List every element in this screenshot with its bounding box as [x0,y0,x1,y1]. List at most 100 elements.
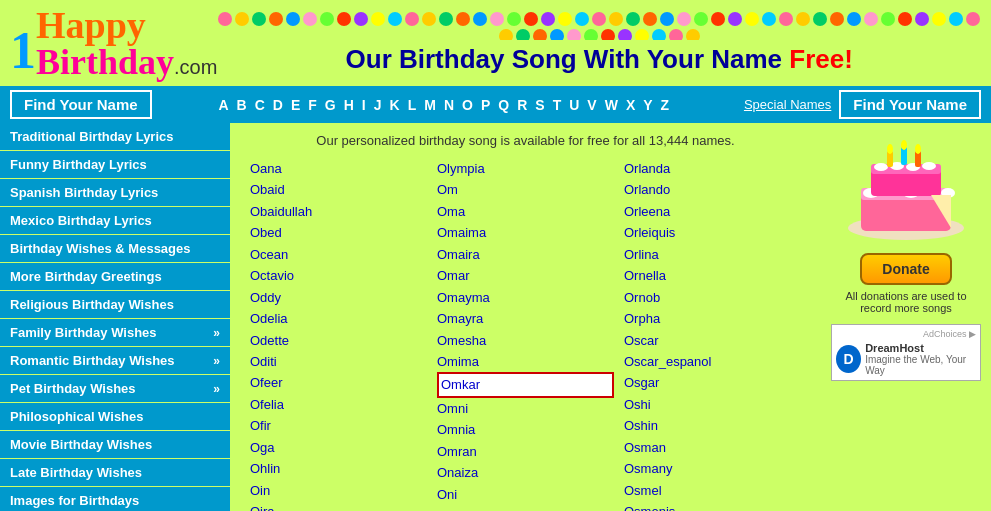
special-names-link[interactable]: Special Names [744,97,831,112]
alpha-link-O[interactable]: O [459,97,476,113]
alpha-link-A[interactable]: A [215,97,231,113]
alpha-link-F[interactable]: F [305,97,320,113]
name-link[interactable]: Omaira [437,244,614,265]
sidebar-item-4[interactable]: Birthday Wishes & Messages [0,235,230,262]
name-link[interactable]: Olympia [437,158,614,179]
name-link[interactable]: Omran [437,441,614,462]
name-link[interactable]: Oshi [624,394,801,415]
logo-one: 1 [10,21,36,80]
alpha-link-R[interactable]: R [514,97,530,113]
name-link[interactable]: Omkar [437,372,614,397]
sidebar-item-13[interactable]: Images for Birthdays [0,487,230,511]
name-link[interactable]: Osmany [624,458,801,479]
name-link[interactable]: Ornella [624,265,801,286]
name-link[interactable]: Orlanda [624,158,801,179]
name-link[interactable]: Orlando [624,179,801,200]
name-link[interactable]: Omayra [437,308,614,329]
name-link[interactable]: Oma [437,201,614,222]
name-link[interactable]: Oditi [250,351,427,372]
alpha-link-M[interactable]: M [421,97,439,113]
alpha-link-G[interactable]: G [322,97,339,113]
name-link[interactable]: Orlina [624,244,801,265]
name-link[interactable]: Om [437,179,614,200]
sidebar-item-2[interactable]: Spanish Birthday Lyrics [0,179,230,206]
name-link[interactable]: Onkar [437,505,614,511]
alpha-link-C[interactable]: C [252,97,268,113]
alpha-link-X[interactable]: X [623,97,638,113]
name-link[interactable]: Omnia [437,419,614,440]
name-link[interactable]: Obed [250,222,427,243]
alpha-link-K[interactable]: K [387,97,403,113]
name-link[interactable]: Oga [250,437,427,458]
donate-button[interactable]: Donate [860,253,951,285]
sidebar-item-label: Family Birthday Wishes [10,325,157,340]
name-link[interactable]: Osmel [624,480,801,501]
name-link[interactable]: Ofelia [250,394,427,415]
name-link[interactable]: Ofir [250,415,427,436]
name-link[interactable]: Omima [437,351,614,372]
name-link[interactable]: Odette [250,330,427,351]
name-link[interactable]: Oscar_espanol [624,351,801,372]
name-link[interactable]: Orpha [624,308,801,329]
find-name-left-button[interactable]: Find Your Name [10,90,152,119]
sidebar-item-6[interactable]: Religious Birthday Wishes [0,291,230,318]
name-link[interactable]: Omaima [437,222,614,243]
name-link[interactable]: Oddy [250,287,427,308]
alpha-link-V[interactable]: V [584,97,599,113]
alpha-link-W[interactable]: W [602,97,621,113]
name-link[interactable]: Oana [250,158,427,179]
alpha-link-L[interactable]: L [405,97,420,113]
alpha-link-Q[interactable]: Q [495,97,512,113]
alpha-link-D[interactable]: D [270,97,286,113]
name-link[interactable]: Ocean [250,244,427,265]
name-link[interactable]: Octavio [250,265,427,286]
alpha-link-U[interactable]: U [566,97,582,113]
alpha-link-H[interactable]: H [341,97,357,113]
name-link[interactable]: Orleiquis [624,222,801,243]
sidebar-item-8[interactable]: Romantic Birthday Wishes» [0,347,230,374]
sidebar-item-0[interactable]: Traditional Birthday Lyrics [0,123,230,150]
sidebar-item-10[interactable]: Philosophical Wishes [0,403,230,430]
find-name-right-button[interactable]: Find Your Name [839,90,981,119]
name-link[interactable]: Oni [437,484,614,505]
name-link[interactable]: Omar [437,265,614,286]
sidebar-item-12[interactable]: Late Birthday Wishes [0,459,230,486]
name-link[interactable]: Omesha [437,330,614,351]
name-link[interactable]: Oscar [624,330,801,351]
name-link[interactable]: Oin [250,480,427,501]
alpha-link-S[interactable]: S [532,97,547,113]
name-link[interactable]: Osmenis [624,501,801,511]
sidebar-item-9[interactable]: Pet Birthday Wishes» [0,375,230,402]
alpha-link-P[interactable]: P [478,97,493,113]
name-link[interactable]: Obaid [250,179,427,200]
name-link[interactable]: Onaiza [437,462,614,483]
alpha-link-E[interactable]: E [288,97,303,113]
name-link[interactable]: Omayma [437,287,614,308]
name-link[interactable]: Omni [437,398,614,419]
svg-point-10 [874,163,888,171]
sidebar-item-1[interactable]: Funny Birthday Lyrics [0,151,230,178]
advertisement-box[interactable]: AdChoices ▶ D DreamHost Imagine the Web,… [831,324,981,381]
name-link[interactable]: Oshin [624,415,801,436]
name-link[interactable]: Ofeer [250,372,427,393]
donate-text: All donations are used to record more so… [831,290,981,314]
name-link[interactable]: Orleena [624,201,801,222]
sidebar-item-5[interactable]: More Birthday Greetings [0,263,230,290]
name-link[interactable]: Osgar [624,372,801,393]
sidebar-item-11[interactable]: Movie Birthday Wishes [0,431,230,458]
name-link[interactable]: Ornob [624,287,801,308]
name-link[interactable]: Odelia [250,308,427,329]
alpha-link-I[interactable]: I [359,97,369,113]
alpha-link-J[interactable]: J [371,97,385,113]
alpha-link-T[interactable]: T [550,97,565,113]
alpha-link-B[interactable]: B [234,97,250,113]
alpha-link-Z[interactable]: Z [658,97,673,113]
alpha-link-N[interactable]: N [441,97,457,113]
name-link[interactable]: Ohlin [250,458,427,479]
name-link[interactable]: Oira [250,501,427,511]
name-link[interactable]: Osman [624,437,801,458]
sidebar-item-7[interactable]: Family Birthday Wishes» [0,319,230,346]
alpha-link-Y[interactable]: Y [640,97,655,113]
sidebar-item-3[interactable]: Mexico Birthday Lyrics [0,207,230,234]
name-link[interactable]: Obaidullah [250,201,427,222]
